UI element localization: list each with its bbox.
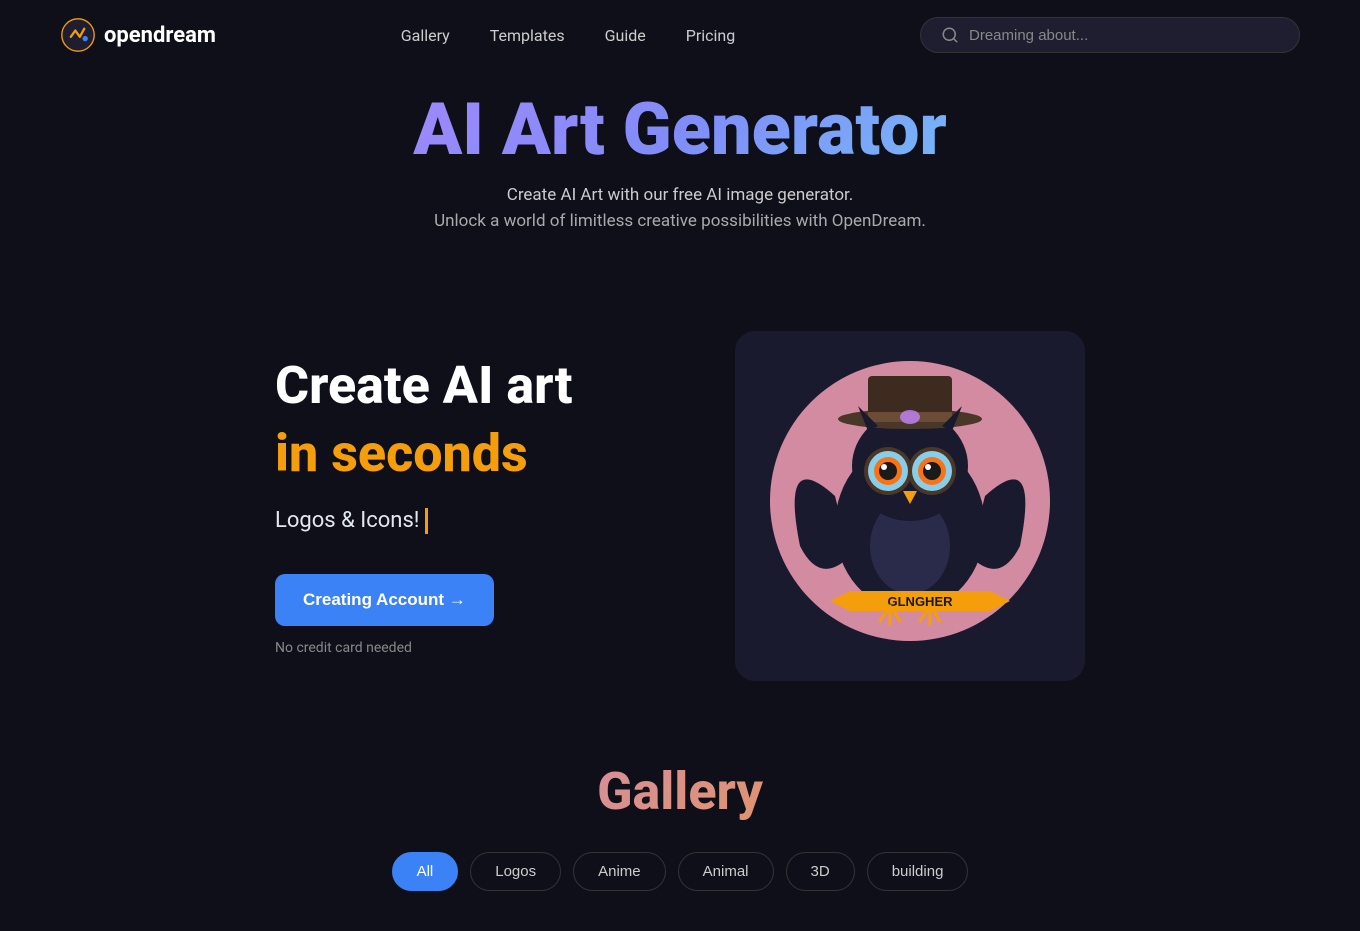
filter-3d[interactable]: 3D <box>786 852 855 891</box>
nav-guide[interactable]: Guide <box>605 26 646 45</box>
main-content: Create AI art in seconds Logos & Icons! … <box>0 331 1360 741</box>
hero-section: AI Art Generator Create AI Art with our … <box>0 70 1360 331</box>
nav-pricing[interactable]: Pricing <box>686 26 736 45</box>
logo-icon <box>60 17 96 53</box>
no-credit-text: No credit card needed <box>275 640 655 656</box>
left-panel: Create AI art in seconds Logos & Icons! … <box>275 356 655 656</box>
gallery-filters: All Logos Anime Animal 3D building <box>60 852 1300 891</box>
cta-button[interactable]: Creating Account → <box>275 574 494 626</box>
hero-title: AI Art Generator <box>60 90 1300 169</box>
owl-illustration: GLNGHER <box>750 346 1070 666</box>
filter-logos[interactable]: Logos <box>470 852 561 891</box>
filter-anime[interactable]: Anime <box>573 852 666 891</box>
filter-all[interactable]: All <box>392 852 459 891</box>
logo-text: opendream <box>104 23 216 48</box>
search-input[interactable] <box>969 27 1279 44</box>
navbar: opendream Gallery Templates Guide Pricin… <box>0 0 1360 70</box>
feature-text: Logos & Icons! <box>275 508 655 534</box>
create-title-line1: Create AI art <box>275 356 655 416</box>
search-icon <box>941 26 959 44</box>
hero-sub2: Unlock a world of limitless creative pos… <box>60 211 1300 231</box>
hero-image: GLNGHER <box>735 331 1085 681</box>
filter-animal[interactable]: Animal <box>678 852 774 891</box>
svg-text:GLNGHER: GLNGHER <box>888 594 954 609</box>
filter-building[interactable]: building <box>867 852 969 891</box>
nav-links: Gallery Templates Guide Pricing <box>401 26 735 45</box>
logo-link[interactable]: opendream <box>60 17 216 53</box>
gallery-title: Gallery <box>60 761 1300 822</box>
nav-gallery[interactable]: Gallery <box>401 26 450 45</box>
nav-templates[interactable]: Templates <box>490 26 565 45</box>
hero-subtitle: Create AI Art with our free AI image gen… <box>60 185 1300 205</box>
cursor-blink <box>425 508 428 534</box>
search-bar <box>920 17 1300 53</box>
create-title-line2: in seconds <box>275 424 655 484</box>
gallery-section: Gallery All Logos Anime Animal 3D buildi… <box>0 741 1360 931</box>
